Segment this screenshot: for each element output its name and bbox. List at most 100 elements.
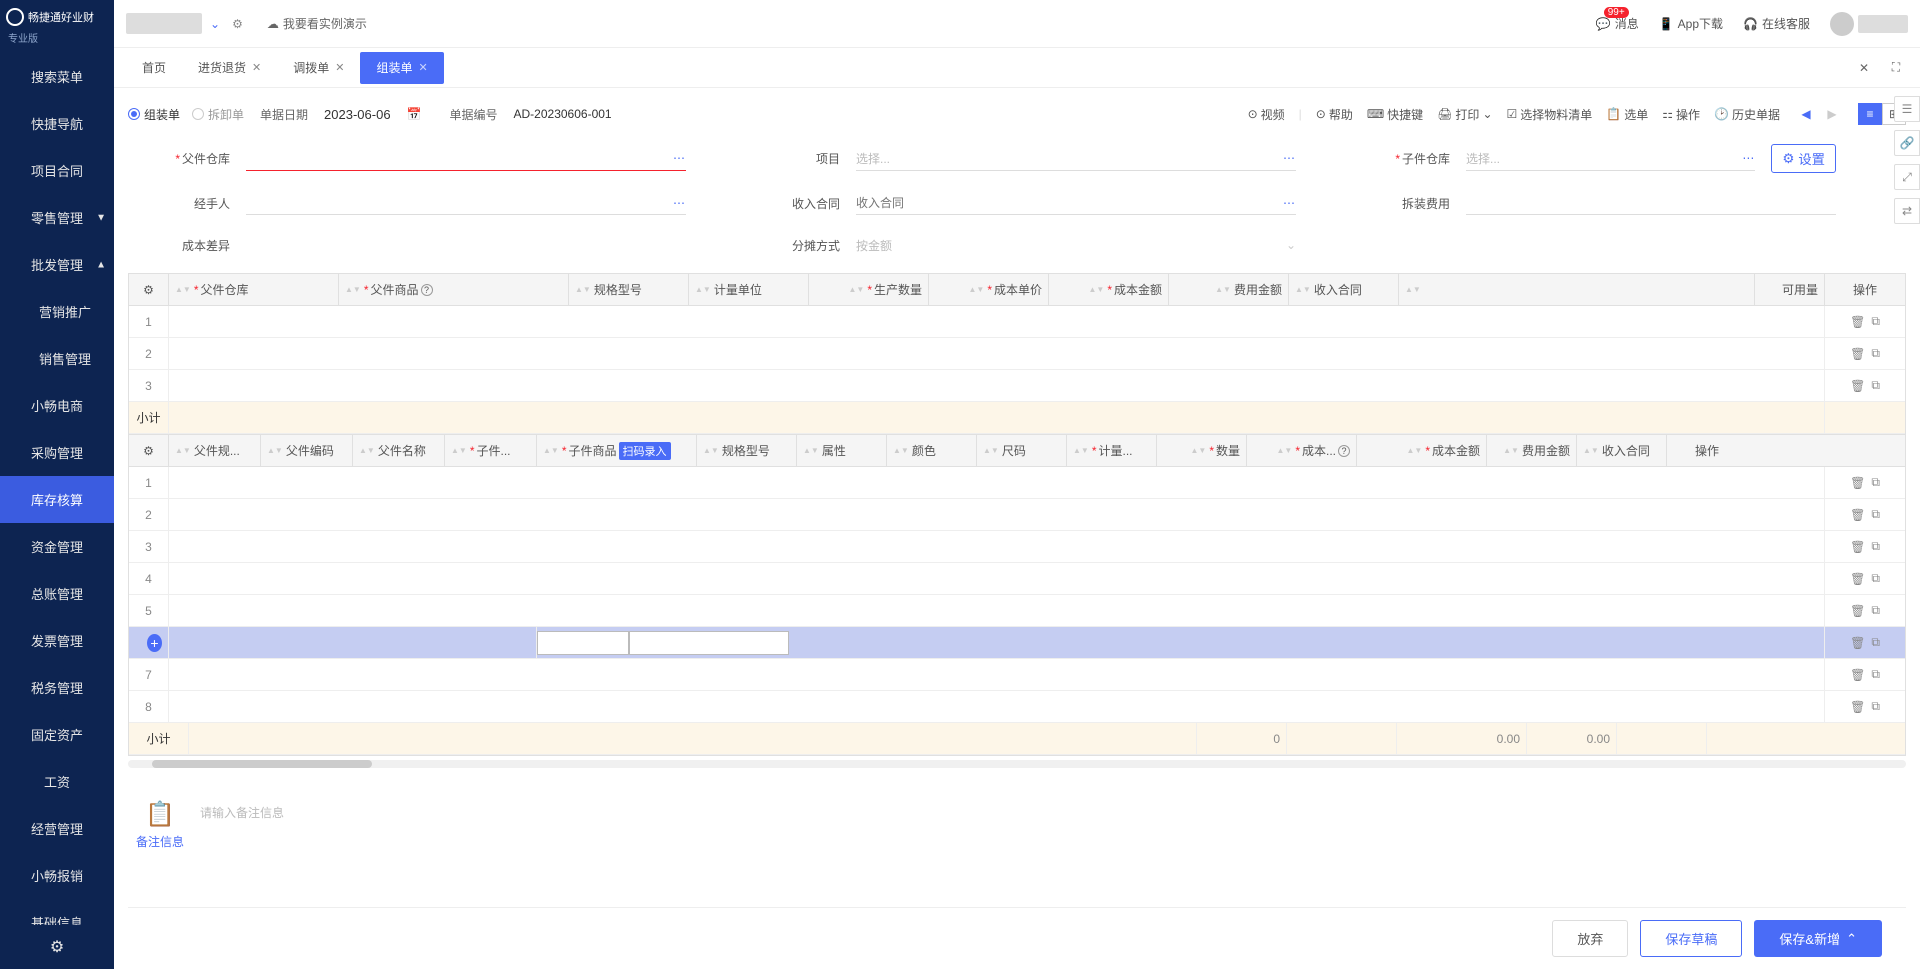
delete-icon[interactable]: 🗑 (1850, 604, 1865, 618)
delete-icon[interactable]: 🗑 (1850, 636, 1865, 650)
operate-link[interactable]: ⚏ 操作 (1662, 106, 1700, 123)
sidebar-item[interactable]: 总账管理 (0, 570, 114, 617)
next-doc[interactable]: ▶ (1820, 102, 1844, 126)
print-link[interactable]: 🖨 打印 ⌄ (1437, 106, 1492, 123)
copy-icon[interactable]: ⧉ (1871, 571, 1880, 586)
table-row[interactable]: + 🗑 ⧉ (129, 627, 1905, 659)
delete-icon[interactable]: 🗑 (1850, 379, 1865, 393)
customer-service-link[interactable]: 🎧 在线客服 (1743, 15, 1810, 32)
sidebar-item[interactable]: 税务管理 (0, 664, 114, 711)
sidebar-item[interactable]: 工资 (0, 758, 114, 805)
demo-link[interactable]: ☁ 我要看实例演示 (267, 15, 367, 32)
delete-icon[interactable]: 🗑 (1850, 668, 1865, 682)
table-row[interactable]: 2🗑⧉ (129, 499, 1905, 531)
sidebar-settings-icon[interactable]: ⚙ (0, 925, 114, 969)
video-link[interactable]: ⊙ 视频 (1248, 106, 1285, 123)
tab[interactable]: 首页 (126, 52, 182, 84)
copy-icon[interactable]: ⧉ (1871, 667, 1880, 682)
copy-icon[interactable]: ⧉ (1871, 603, 1880, 618)
table-row[interactable]: 1🗑⧉ (129, 306, 1905, 338)
cost-diff-input[interactable] (246, 233, 686, 257)
edit-cell[interactable] (537, 631, 629, 655)
close-icon[interactable]: ✕ (335, 61, 344, 74)
parent-wh-input[interactable]: ⋯ (246, 147, 686, 171)
rail-expand[interactable]: ⤢ (1894, 164, 1920, 190)
save-draft-button[interactable]: 保存草稿 (1640, 920, 1742, 957)
user-menu[interactable] (1830, 12, 1908, 36)
select-link[interactable]: 📋 选单 (1606, 106, 1648, 123)
copy-icon[interactable]: ⧉ (1871, 378, 1880, 393)
more-icon[interactable]: ⋯ (1283, 151, 1296, 165)
sidebar-item[interactable]: 项目合同 (0, 147, 114, 194)
sidebar-item[interactable]: 经营管理 (0, 805, 114, 852)
sidebar-item[interactable]: 搜索菜单 (0, 53, 114, 100)
discard-button[interactable]: 放弃 (1552, 920, 1628, 957)
delete-icon[interactable]: 🗑 (1850, 476, 1865, 490)
more-icon[interactable]: ⋯ (673, 151, 686, 165)
table-row[interactable]: 7🗑⧉ (129, 659, 1905, 691)
more-icon[interactable]: ⋯ (1283, 196, 1296, 210)
sidebar-item[interactable]: 库存核算 (0, 476, 114, 523)
tab[interactable]: 调拨单✕ (277, 52, 360, 84)
material-link[interactable]: ☑ 选择物料清单 (1507, 106, 1593, 123)
handler-input[interactable]: ⋯ (246, 191, 686, 215)
app-download-link[interactable]: 📱 App下载 (1659, 15, 1723, 32)
prev-doc[interactable]: ◀ (1794, 102, 1818, 126)
copy-icon[interactable]: ⧉ (1871, 635, 1880, 650)
delete-icon[interactable]: 🗑 (1850, 347, 1865, 361)
delete-icon[interactable]: 🗑 (1850, 572, 1865, 586)
table-row[interactable]: 2🗑⧉ (129, 338, 1905, 370)
income-contract-input[interactable]: ⋯ (856, 191, 1296, 215)
sidebar-item[interactable]: 小畅报销 (0, 852, 114, 899)
sidebar-item[interactable]: 采购管理 (0, 429, 114, 476)
remark-input[interactable] (200, 800, 1898, 826)
delete-icon[interactable]: 🗑 (1850, 315, 1865, 329)
table-row[interactable]: 3🗑⧉ (129, 531, 1905, 563)
rail-btn-1[interactable]: ☰ (1894, 96, 1920, 122)
alloc-method-select[interactable]: 按金额⌄ (856, 233, 1296, 257)
info-icon[interactable]: ? (421, 284, 433, 296)
edit-cell[interactable] (629, 631, 789, 655)
help-link[interactable]: ⊙ 帮助 (1316, 106, 1353, 123)
sidebar-item[interactable]: 基础信息 (0, 899, 114, 925)
table-row[interactable]: 5🗑⧉ (129, 595, 1905, 627)
sidebar-item[interactable]: 资金管理 (0, 523, 114, 570)
more-icon[interactable]: ⋯ (673, 196, 686, 210)
sidebar-item[interactable]: 批发管理▲ (0, 241, 114, 288)
table-row[interactable]: 8🗑⧉ (129, 691, 1905, 723)
delete-icon[interactable]: 🗑 (1850, 700, 1865, 714)
copy-icon[interactable]: ⧉ (1871, 475, 1880, 490)
sidebar-item[interactable]: 快捷导航 (0, 100, 114, 147)
copy-icon[interactable]: ⧉ (1871, 346, 1880, 361)
delete-icon[interactable]: 🗑 (1850, 540, 1865, 554)
grid-gear[interactable]: ⚙ (129, 274, 169, 305)
sidebar-item[interactable]: 固定资产 (0, 711, 114, 758)
project-input[interactable]: 选择...⋯ (856, 147, 1296, 171)
close-all-tabs[interactable]: ✕ (1852, 56, 1876, 80)
view-list[interactable]: ≡ (1858, 103, 1882, 125)
add-row-button[interactable]: + (147, 634, 162, 652)
rail-swap[interactable]: ⇄ (1894, 198, 1920, 224)
fullscreen-toggle[interactable]: ⛶ (1884, 56, 1908, 80)
calendar-icon[interactable]: 📅 (407, 107, 422, 121)
sidebar-item[interactable]: 营销推广 (0, 288, 114, 335)
copy-icon[interactable]: ⧉ (1871, 539, 1880, 554)
grid-gear[interactable]: ⚙ (129, 435, 169, 466)
copy-icon[interactable]: ⧉ (1871, 699, 1880, 714)
table-row[interactable]: 1🗑⧉ (129, 467, 1905, 499)
radio-disassembly[interactable]: 拆卸单 (192, 106, 244, 123)
scan-badge[interactable]: 扫码录入 (619, 442, 671, 460)
tenant-selector[interactable]: ⌄ (126, 13, 220, 34)
history-link[interactable]: 🕑 历史单据 (1714, 106, 1780, 123)
table-row[interactable]: 4🗑⧉ (129, 563, 1905, 595)
tab[interactable]: 组装单✕ (360, 52, 443, 84)
more-icon[interactable]: ⋯ (1742, 151, 1755, 165)
delete-icon[interactable]: 🗑 (1850, 508, 1865, 522)
copy-icon[interactable]: ⧉ (1871, 314, 1880, 329)
horizontal-scrollbar[interactable] (128, 760, 1906, 768)
close-icon[interactable]: ✕ (419, 61, 428, 74)
tab[interactable]: 进货退货✕ (182, 52, 277, 84)
info-icon[interactable]: ? (1338, 445, 1350, 457)
disassembly-fee-input[interactable] (1466, 191, 1836, 215)
gear-icon[interactable]: ⚙ (232, 17, 243, 31)
